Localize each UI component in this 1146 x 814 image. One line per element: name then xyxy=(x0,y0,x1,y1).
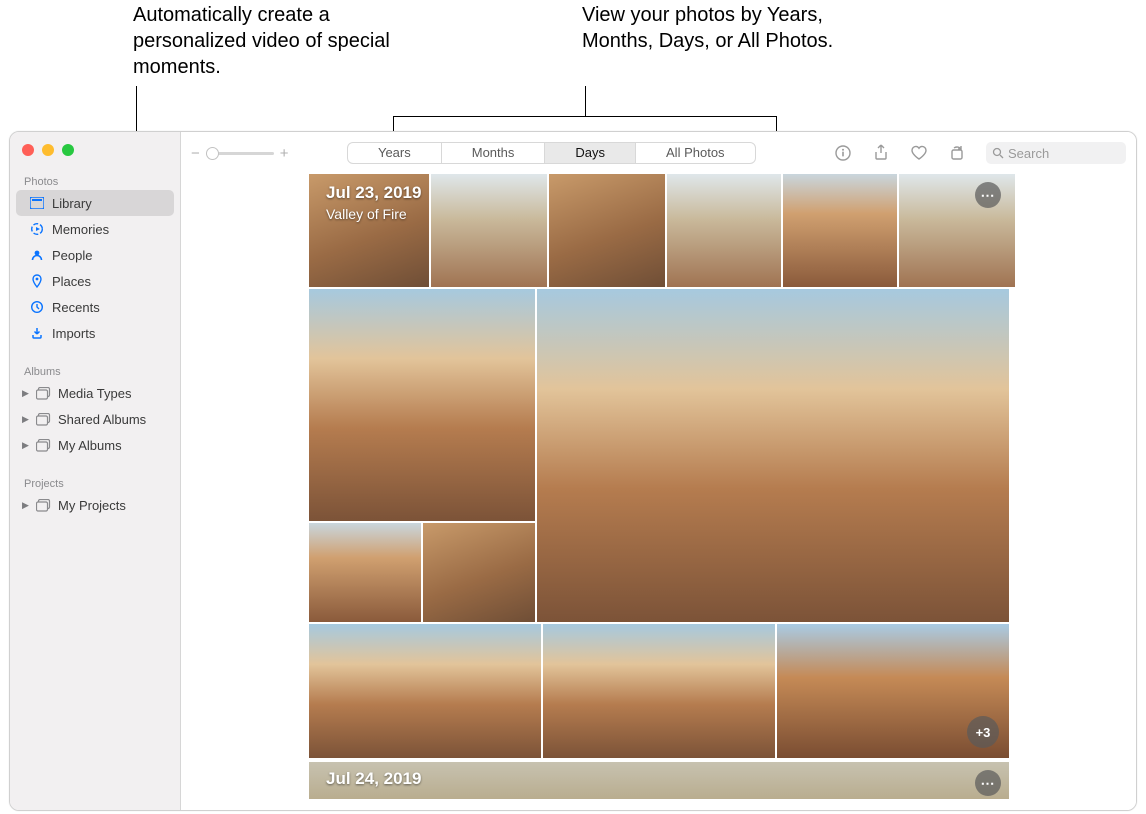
zoom-out-label: − xyxy=(191,145,200,162)
album-stack-icon xyxy=(34,413,52,426)
sidebar-item-library[interactable]: Library xyxy=(16,190,174,216)
memories-icon xyxy=(28,222,46,236)
search-placeholder: Search xyxy=(1008,146,1049,161)
share-icon[interactable] xyxy=(872,144,890,162)
search-icon xyxy=(992,147,1004,159)
annotation-layer: Automatically create a personalized vide… xyxy=(0,0,1146,140)
zoom-window-button[interactable] xyxy=(62,144,74,156)
sidebar-item-people[interactable]: People xyxy=(16,242,174,268)
rotate-icon[interactable] xyxy=(948,144,966,162)
photo-thumb[interactable] xyxy=(667,174,781,287)
tab-days[interactable]: Days xyxy=(544,143,635,163)
album-stack-icon xyxy=(34,439,52,452)
more-options-button[interactable]: ⋯ xyxy=(975,770,1001,796)
zoom-track[interactable] xyxy=(206,152,274,155)
sidebar-item-label: Imports xyxy=(52,326,95,341)
sidebar-item-shared-albums[interactable]: ▶ Shared Albums xyxy=(16,406,174,432)
day-group-1: Jul 23, 2019 Valley of Fire ⋯ xyxy=(309,174,1009,758)
sidebar-header-projects: Projects xyxy=(10,458,180,492)
info-icon[interactable] xyxy=(834,144,852,162)
photo-thumb[interactable] xyxy=(543,624,775,758)
sidebar-item-recents[interactable]: Recents xyxy=(16,294,174,320)
photo-thumb[interactable] xyxy=(783,174,897,287)
day-date: Jul 24, 2019 xyxy=(326,769,421,789)
sidebar-item-memories[interactable]: Memories xyxy=(16,216,174,242)
favorite-icon[interactable] xyxy=(910,144,928,162)
tab-all-photos[interactable]: All Photos xyxy=(635,143,755,163)
sidebar-item-label: Media Types xyxy=(58,386,131,401)
sidebar-item-label: Recents xyxy=(52,300,100,315)
photo-thumb[interactable] xyxy=(537,289,1009,622)
photo-thumb[interactable] xyxy=(309,624,541,758)
photo-thumb[interactable] xyxy=(309,523,421,622)
sidebar-header-photos: Photos xyxy=(10,156,180,190)
more-photos-badge[interactable]: +3 xyxy=(967,716,999,748)
day-group-2: Jul 24, 2019 ⋯ xyxy=(309,762,1136,799)
photo-grid: Jul 23, 2019 Valley of Fire ⋯ xyxy=(181,174,1136,810)
zoom-slider[interactable]: − + xyxy=(191,145,289,162)
imports-icon xyxy=(28,326,46,340)
photo-thumb[interactable] xyxy=(431,174,547,287)
callout-memories: Automatically create a personalized vide… xyxy=(133,2,413,80)
sidebar-item-label: Shared Albums xyxy=(58,412,146,427)
sidebar-item-label: My Albums xyxy=(58,438,122,453)
photo-strip[interactable]: Jul 24, 2019 ⋯ xyxy=(309,762,1009,799)
sidebar-item-label: Library xyxy=(52,196,92,211)
chevron-right-icon: ▶ xyxy=(22,414,32,425)
zoom-in-label: + xyxy=(280,145,289,162)
recents-icon xyxy=(28,300,46,314)
sidebar-header-albums: Albums xyxy=(10,346,180,380)
zoom-knob[interactable] xyxy=(206,147,219,160)
sidebar-item-label: Places xyxy=(52,274,91,289)
sidebar-item-imports[interactable]: Imports xyxy=(16,320,174,346)
more-options-button[interactable]: ⋯ xyxy=(975,182,1001,208)
chevron-right-icon: ▶ xyxy=(22,440,32,451)
tab-years[interactable]: Years xyxy=(348,143,441,163)
chevron-right-icon: ▶ xyxy=(22,500,32,511)
day-date: Jul 23, 2019 xyxy=(326,183,421,203)
photos-window: Photos Library Memories People xyxy=(9,131,1137,811)
callout-viewtabs: View your photos by Years, Months, Days,… xyxy=(582,2,842,54)
album-stack-icon xyxy=(34,387,52,400)
minimize-window-button[interactable] xyxy=(42,144,54,156)
sidebar-item-places[interactable]: Places xyxy=(16,268,174,294)
close-window-button[interactable] xyxy=(22,144,34,156)
toolbar: − + Years Months Days All Photos xyxy=(181,132,1136,168)
photo-thumb[interactable] xyxy=(423,523,535,622)
sidebar-item-my-albums[interactable]: ▶ My Albums xyxy=(16,432,174,458)
window-controls xyxy=(10,132,180,156)
sidebar-item-label: Memories xyxy=(52,222,109,237)
main-content: − + Years Months Days All Photos xyxy=(181,132,1136,810)
sidebar-item-my-projects[interactable]: ▶ My Projects xyxy=(16,492,174,518)
search-field[interactable]: Search xyxy=(986,142,1126,164)
sidebar-item-label: My Projects xyxy=(58,498,126,513)
chevron-right-icon: ▶ xyxy=(22,388,32,399)
people-icon xyxy=(28,248,46,262)
view-segmented-control: Years Months Days All Photos xyxy=(347,142,756,164)
places-icon xyxy=(28,274,46,288)
tab-months[interactable]: Months xyxy=(441,143,545,163)
day-location: Valley of Fire xyxy=(326,206,407,222)
library-icon xyxy=(28,197,46,209)
toolbar-right: Search xyxy=(834,142,1126,164)
sidebar-item-media-types[interactable]: ▶ Media Types xyxy=(16,380,174,406)
sidebar: Photos Library Memories People xyxy=(10,132,181,810)
sidebar-item-label: People xyxy=(52,248,92,263)
album-stack-icon xyxy=(34,499,52,512)
photo-thumb[interactable] xyxy=(309,289,535,521)
photo-thumb[interactable] xyxy=(549,174,665,287)
